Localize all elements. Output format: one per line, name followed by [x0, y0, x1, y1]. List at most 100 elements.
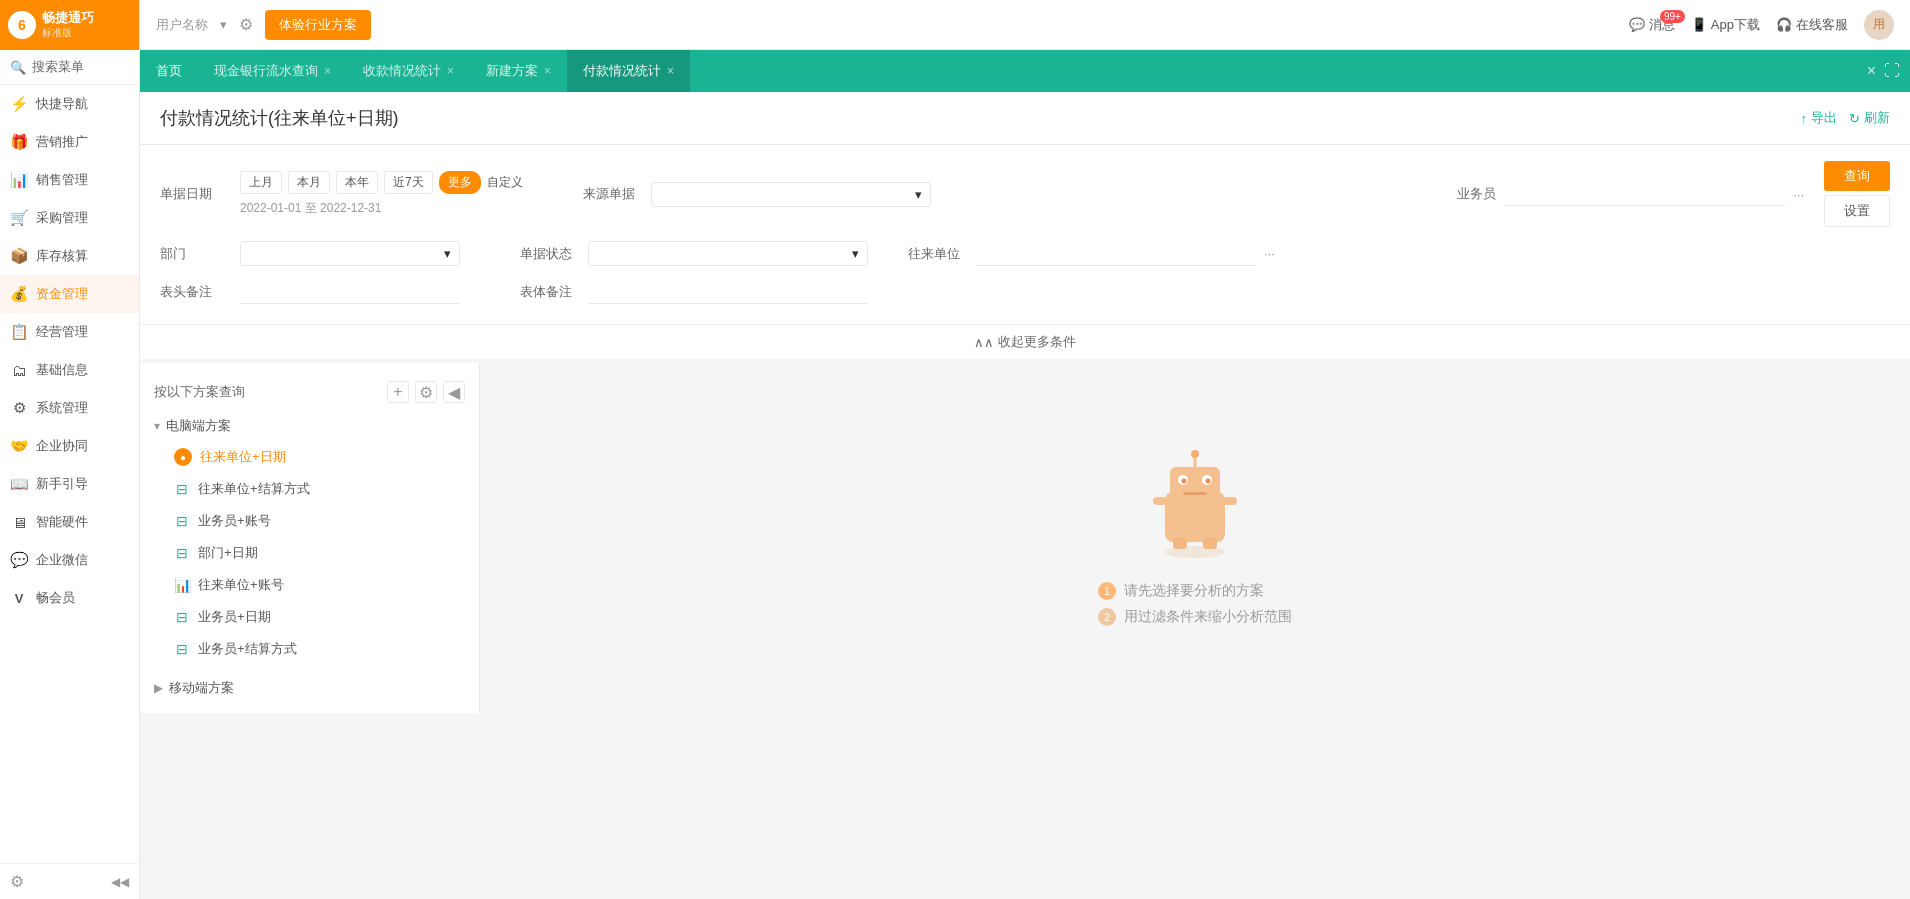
plan-item-partner-date[interactable]: ● 往来单位+日期 — [150, 441, 469, 473]
message-badge[interactable]: 💬 消息 99+ — [1629, 16, 1675, 34]
tab-receivable-close[interactable]: × — [447, 64, 454, 78]
panel-collapse-btn[interactable]: ◀ — [443, 381, 465, 403]
sidebar-item-guide[interactable]: 📖 新手引导 — [0, 465, 139, 503]
date-this-month[interactable]: 本月 — [288, 171, 330, 194]
sidebar-item-inventory[interactable]: 📦 库存核算 — [0, 237, 139, 275]
export-btn[interactable]: ↑ 导出 — [1801, 109, 1838, 127]
tip-1: 1 请先选择要分析的方案 — [1098, 582, 1292, 600]
date-last-month[interactable]: 上月 — [240, 171, 282, 194]
sidebar-item-sales[interactable]: 📊 销售管理 — [0, 161, 139, 199]
plan-item-label-partner-date: 往来单位+日期 — [200, 448, 286, 466]
plan-item-dept-date[interactable]: ⊟ 部门+日期 — [150, 537, 469, 569]
collapse-label: 收起更多条件 — [998, 333, 1076, 351]
date-range: 2022-01-01 至 2022-12-31 — [240, 200, 523, 217]
page-header: 付款情况统计(往来单位+日期) ↑ 导出 ↻ 刷新 — [140, 92, 1910, 145]
tab-cashflow[interactable]: 现金银行流水查询 × — [198, 50, 347, 92]
sidebar-label-inventory: 库存核算 — [36, 247, 88, 265]
tab-home[interactable]: 首页 — [140, 50, 198, 92]
plan-item-label-partner-account: 往来单位+账号 — [198, 576, 284, 594]
sidebar-item-purchase[interactable]: 🛒 采购管理 — [0, 199, 139, 237]
tab-receivable[interactable]: 收款情况统计 × — [347, 50, 470, 92]
topbar-dropdown-arrow[interactable]: ▾ — [220, 17, 227, 32]
online-service[interactable]: 🎧 在线客服 — [1776, 16, 1848, 34]
partner-more[interactable]: ··· — [1264, 246, 1275, 261]
panel-settings-btn[interactable]: ⚙ — [415, 381, 437, 403]
plan-group-pc-header[interactable]: ▾ 电脑端方案 — [150, 411, 469, 441]
footer-settings-icon[interactable]: ⚙ — [10, 872, 24, 891]
salesperson-more[interactable]: ··· — [1793, 187, 1804, 202]
voucher-status-select[interactable]: ▾ — [588, 241, 868, 266]
voucher-status-arrow: ▾ — [852, 246, 859, 261]
plan-item-salesperson-account[interactable]: ⊟ 业务员+账号 — [150, 505, 469, 537]
refresh-btn[interactable]: ↻ 刷新 — [1849, 109, 1890, 127]
svg-rect-13 — [1203, 537, 1217, 549]
body-note-label: 表体备注 — [520, 283, 580, 301]
tabs-close-all-icon[interactable]: × — [1867, 62, 1876, 80]
sidebar-label-sales: 销售管理 — [36, 171, 88, 189]
body-note-input[interactable] — [588, 280, 868, 304]
tip-2: 2 用过滤条件来缩小分析范围 — [1098, 608, 1292, 626]
salesperson-input[interactable] — [1505, 182, 1785, 206]
date-7days[interactable]: 近7天 — [384, 171, 433, 194]
hardware-icon: 🖥 — [10, 513, 28, 531]
sidebar-item-vip[interactable]: V 畅会员 — [0, 579, 139, 617]
sidebar-item-hardware[interactable]: 🖥 智能硬件 — [0, 503, 139, 541]
footer-collapse-icon[interactable]: ◀◀ — [111, 875, 129, 889]
filter-row-1: 单据日期 上月 本月 本年 近7天 更多 自定义 2022-01-01 至 20… — [160, 161, 1890, 227]
sidebar-item-finance[interactable]: 💰 资金管理 — [0, 275, 139, 313]
tab-new-close[interactable]: × — [544, 64, 551, 78]
trial-btn[interactable]: 体验行业方案 — [265, 10, 371, 40]
empty-tips: 1 请先选择要分析的方案 2 用过滤条件来缩小分析范围 — [1098, 582, 1292, 634]
tab-payment-close[interactable]: × — [667, 64, 674, 78]
date-custom[interactable]: 自定义 — [487, 174, 523, 191]
tab-cashflow-close[interactable]: × — [324, 64, 331, 78]
plan-item-salesperson-settlement[interactable]: ⊟ 业务员+结算方式 — [150, 633, 469, 665]
sidebar-item-enterprise[interactable]: 🤝 企业协同 — [0, 427, 139, 465]
pc-group-arrow: ▾ — [154, 419, 160, 433]
tab-new[interactable]: 新建方案 × — [470, 50, 567, 92]
plan-item-table-icon-1: ⊟ — [174, 481, 190, 497]
svg-point-0 — [1165, 546, 1225, 558]
panel-collapse-icon: ◀ — [448, 383, 460, 402]
sidebar-item-system[interactable]: ⚙ 系统管理 — [0, 389, 139, 427]
sidebar-item-wechat[interactable]: 💬 企业微信 — [0, 541, 139, 579]
sidebar-item-operations[interactable]: 📋 经营管理 — [0, 313, 139, 351]
tip-text-1: 请先选择要分析的方案 — [1124, 582, 1264, 600]
user-avatar[interactable]: 用 — [1864, 10, 1894, 40]
sidebar-item-basicinfo[interactable]: 🗂 基础信息 — [0, 351, 139, 389]
plan-item-partner-account[interactable]: 📊 往来单位+账号 — [150, 569, 469, 601]
search-menu[interactable]: 🔍 搜索菜单 — [0, 50, 139, 85]
voucher-status-label: 单据状态 — [520, 245, 580, 263]
main-area: 用户名称 ▾ ⚙ 体验行业方案 💬 消息 99+ 📱 App下载 🎧 在线客服 … — [140, 0, 1910, 899]
plan-item-label-salesperson-settlement: 业务员+结算方式 — [198, 640, 297, 658]
plan-group-mobile-header[interactable]: ▶ 移动端方案 — [150, 673, 469, 703]
department-select[interactable]: ▾ — [240, 241, 460, 266]
enterprise-icon: 🤝 — [10, 437, 28, 455]
date-more[interactable]: 更多 — [439, 171, 481, 194]
operations-icon: 📋 — [10, 323, 28, 341]
plan-item-table-icon-3: ⊟ — [174, 545, 190, 561]
settings-btn[interactable]: 设置 — [1824, 195, 1890, 227]
department-label: 部门 — [160, 245, 220, 263]
sidebar-label-guide: 新手引导 — [36, 475, 88, 493]
topbar-settings-icon[interactable]: ⚙ — [239, 15, 253, 34]
page-actions: ↑ 导出 ↻ 刷新 — [1801, 109, 1891, 127]
panel-add-btn[interactable]: + — [387, 381, 409, 403]
date-this-year[interactable]: 本年 — [336, 171, 378, 194]
partner-input[interactable] — [976, 242, 1256, 266]
plan-item-partner-settlement[interactable]: ⊟ 往来单位+结算方式 — [150, 473, 469, 505]
tab-payment[interactable]: 付款情况统计 × — [567, 50, 690, 92]
plan-item-salesperson-date[interactable]: ⊟ 业务员+日期 — [150, 601, 469, 633]
sidebar-nav: ⚡ 快捷导航 🎁 营销推广 📊 销售管理 🛒 采购管理 📦 库存核算 💰 资金管… — [0, 85, 139, 863]
header-note-input[interactable] — [240, 280, 460, 304]
sidebar-item-quicknav[interactable]: ⚡ 快捷导航 — [0, 85, 139, 123]
app-download[interactable]: 📱 App下载 — [1691, 16, 1760, 34]
tab-new-label: 新建方案 — [486, 62, 538, 80]
tabs-fullscreen-icon[interactable]: ⛶ — [1884, 62, 1900, 80]
source-voucher-select[interactable]: ▾ — [651, 182, 931, 207]
sidebar-item-marketing[interactable]: 🎁 营销推广 — [0, 123, 139, 161]
purchase-icon: 🛒 — [10, 209, 28, 227]
query-btn[interactable]: 查询 — [1824, 161, 1890, 191]
collapse-bar[interactable]: ∧∧ 收起更多条件 — [140, 324, 1910, 359]
sidebar-logo: 6 畅捷通巧 标准版 — [0, 0, 139, 50]
